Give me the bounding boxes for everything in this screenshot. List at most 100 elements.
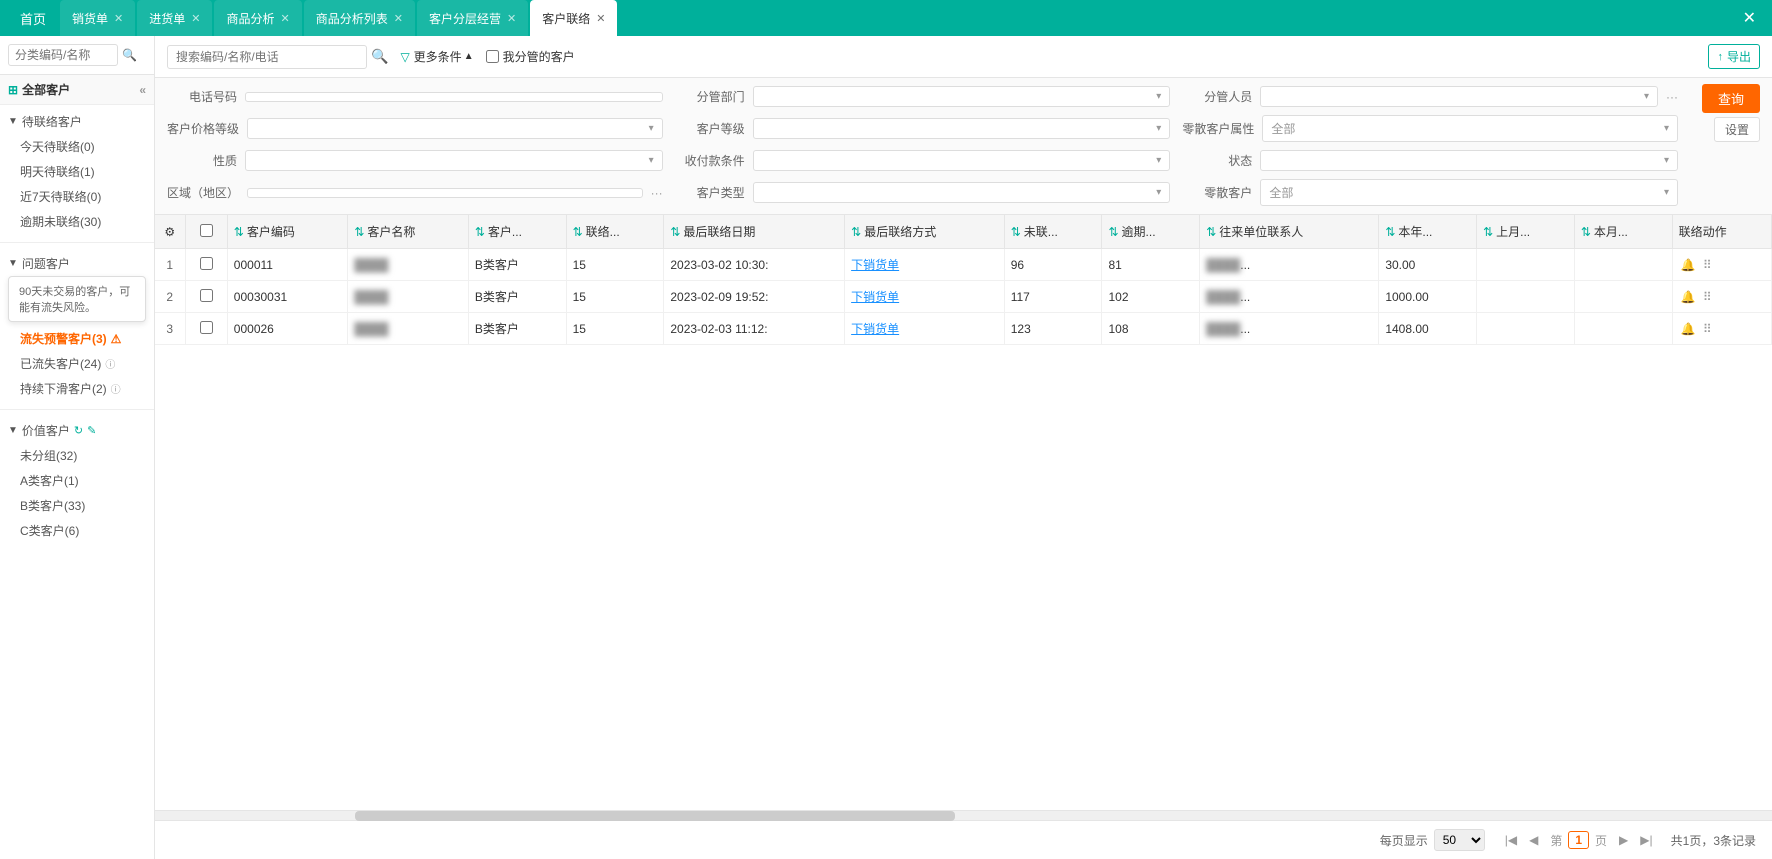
- sidebar-item-7days-contact[interactable]: 近7天待联络(0): [0, 184, 154, 209]
- last-page-icon[interactable]: ▶|: [1634, 831, 1658, 849]
- action-icons-1[interactable]: 🔔 ⠿: [1679, 290, 1714, 304]
- person-dots-icon[interactable]: ···: [1666, 90, 1678, 104]
- sort-icon-code[interactable]: ⇅: [234, 225, 244, 239]
- nav-tab-4[interactable]: 商品分析列表 ✕: [304, 0, 415, 36]
- cell-checkbox-0[interactable]: [185, 249, 227, 281]
- filter-customer-level-select[interactable]: ▾: [753, 118, 1171, 139]
- nav-tab-5[interactable]: 客户分层经营 ✕: [417, 0, 528, 36]
- page-end-label: 页: [1589, 830, 1613, 851]
- nav-tab-label-1: 销货单: [72, 10, 108, 27]
- export-button[interactable]: ↑ 导出: [1708, 44, 1760, 69]
- select-all-checkbox[interactable]: [200, 224, 213, 237]
- sort-icon-name[interactable]: ⇅: [354, 225, 364, 239]
- nav-tab-1[interactable]: 销货单 ✕: [60, 0, 135, 36]
- last-method-link-0[interactable]: 下销货单: [851, 258, 899, 272]
- value-group-header[interactable]: ▼ 价值客户 ↻ ✎: [0, 418, 154, 443]
- refresh-icon[interactable]: ↻: [74, 424, 83, 437]
- query-button[interactable]: 查询: [1702, 84, 1760, 113]
- filter-retail-customer-select[interactable]: 全部 ▾: [1260, 179, 1678, 206]
- sort-icon-last-month[interactable]: ⇅: [1483, 225, 1493, 239]
- nav-home[interactable]: 首页: [8, 0, 58, 36]
- sort-icon-last-date[interactable]: ⇅: [670, 225, 680, 239]
- close-tab-6-icon[interactable]: ✕: [596, 12, 605, 25]
- filter-more-conditions[interactable]: ▽ 更多条件 ▲: [400, 48, 473, 65]
- filter-person-select[interactable]: ▾: [1260, 86, 1658, 107]
- next-page-icon[interactable]: ▶: [1613, 831, 1634, 849]
- nav-tab-3[interactable]: 商品分析 ✕: [214, 0, 301, 36]
- filter-payment-select[interactable]: ▾: [753, 150, 1171, 171]
- problem-group-header[interactable]: ▼ 问题客户: [0, 251, 154, 276]
- filter-region-select[interactable]: [247, 188, 643, 198]
- sidebar-item-churned[interactable]: 已流失客户(24) ⓘ: [0, 351, 154, 376]
- sidebar-search-icon[interactable]: 🔍: [122, 48, 137, 62]
- close-tab-1-icon[interactable]: ✕: [114, 12, 123, 25]
- contact-icon-2[interactable]: 🔔: [1681, 322, 1696, 336]
- my-customers-filter[interactable]: 我分管的客户: [486, 48, 575, 65]
- contact-icon-1[interactable]: 🔔: [1681, 290, 1696, 304]
- row-checkbox-0[interactable]: [200, 257, 213, 270]
- collapse-icon[interactable]: «: [139, 83, 146, 97]
- sort-icon-this-month[interactable]: ⇅: [1581, 225, 1591, 239]
- filter-dept-select[interactable]: ▾: [753, 86, 1171, 107]
- filter-phone-input[interactable]: [245, 92, 663, 102]
- nav-tab-2[interactable]: 进货单 ✕: [137, 0, 212, 36]
- table-header-checkbox[interactable]: [185, 215, 227, 249]
- main-layout: 🔍 ⊞ 全部客户 « ▼ 待联络客户 今天待联络(0) 明天待联络(1) 近7天…: [0, 36, 1772, 859]
- sort-icon-contact[interactable]: ⇅: [573, 225, 583, 239]
- close-tab-4-icon[interactable]: ✕: [394, 12, 403, 25]
- cell-name-0: ████: [348, 249, 469, 281]
- sidebar-search-input[interactable]: [8, 44, 118, 66]
- edit-icon[interactable]: ✎: [87, 424, 96, 437]
- close-tab-2-icon[interactable]: ✕: [191, 12, 200, 25]
- filter-search-button[interactable]: 🔍: [371, 48, 388, 65]
- sort-icon-this-year[interactable]: ⇅: [1385, 225, 1395, 239]
- sidebar-item-declining[interactable]: 持续下滑客户(2) ⓘ: [0, 376, 154, 401]
- sort-icon-last-method[interactable]: ⇅: [851, 225, 861, 239]
- prev-page-icon[interactable]: ◀: [1523, 831, 1544, 849]
- filter-customer-type-select[interactable]: ▾: [753, 182, 1171, 203]
- filter-status-select[interactable]: ▾: [1260, 150, 1678, 171]
- row-checkbox-1[interactable]: [200, 289, 213, 302]
- sort-icon-type[interactable]: ⇅: [475, 225, 485, 239]
- scrollbar-thumb[interactable]: [355, 811, 955, 821]
- last-method-link-2[interactable]: 下销货单: [851, 322, 899, 336]
- sidebar-item-class-b[interactable]: B类客户(33): [0, 493, 154, 518]
- filter-search-input[interactable]: [167, 45, 367, 69]
- more-icon-0[interactable]: ⠿: [1703, 258, 1712, 272]
- sidebar-item-overdue-contact[interactable]: 逾期未联络(30): [0, 209, 154, 234]
- sidebar-item-churn-warning[interactable]: 流失预警客户(3) ⚠: [0, 326, 154, 351]
- row-checkbox-2[interactable]: [200, 321, 213, 334]
- sort-icon-unit-contact[interactable]: ⇅: [1206, 225, 1216, 239]
- nav-tab-6[interactable]: 客户联络 ✕: [530, 0, 617, 36]
- filter-nature-select[interactable]: ▾: [245, 150, 663, 171]
- sidebar-item-ungrouped[interactable]: 未分组(32): [0, 443, 154, 468]
- sidebar-item-class-a[interactable]: A类客户(1): [0, 468, 154, 493]
- cell-checkbox-1[interactable]: [185, 281, 227, 313]
- pending-group-header[interactable]: ▼ 待联络客户: [0, 109, 154, 134]
- close-tab-3-icon[interactable]: ✕: [281, 12, 290, 25]
- more-icon-1[interactable]: ⠿: [1703, 290, 1712, 304]
- contact-icon-0[interactable]: 🔔: [1681, 258, 1696, 272]
- last-method-link-1[interactable]: 下销货单: [851, 290, 899, 304]
- sidebar-item-tomorrow-contact[interactable]: 明天待联络(1): [0, 159, 154, 184]
- first-page-icon[interactable]: |◀: [1499, 831, 1523, 849]
- table-header-gear[interactable]: ⚙: [155, 215, 185, 249]
- filter-retail-attr-select[interactable]: 全部 ▾: [1262, 115, 1678, 142]
- per-page-select[interactable]: 50 20 100: [1434, 829, 1485, 851]
- sort-icon-no-contact[interactable]: ⇅: [1011, 225, 1021, 239]
- sidebar-item-today-contact[interactable]: 今天待联络(0): [0, 134, 154, 159]
- all-customers-header[interactable]: ⊞ 全部客户 «: [0, 75, 154, 105]
- settings-button[interactable]: 设置: [1714, 117, 1760, 142]
- my-customers-checkbox[interactable]: [486, 50, 499, 63]
- sidebar-item-class-c[interactable]: C类客户(6): [0, 518, 154, 543]
- action-icons-0[interactable]: 🔔 ⠿: [1679, 258, 1714, 272]
- horizontal-scrollbar[interactable]: [155, 810, 1772, 820]
- sort-icon-overdue[interactable]: ⇅: [1108, 225, 1118, 239]
- action-icons-2[interactable]: 🔔 ⠿: [1679, 322, 1714, 336]
- region-dots-icon[interactable]: ···: [651, 186, 663, 200]
- more-icon-2[interactable]: ⠿: [1703, 322, 1712, 336]
- close-window-icon[interactable]: ✕: [1735, 8, 1764, 28]
- filter-price-level-select[interactable]: ▾: [247, 118, 663, 139]
- close-tab-5-icon[interactable]: ✕: [507, 12, 516, 25]
- cell-checkbox-2[interactable]: [185, 313, 227, 345]
